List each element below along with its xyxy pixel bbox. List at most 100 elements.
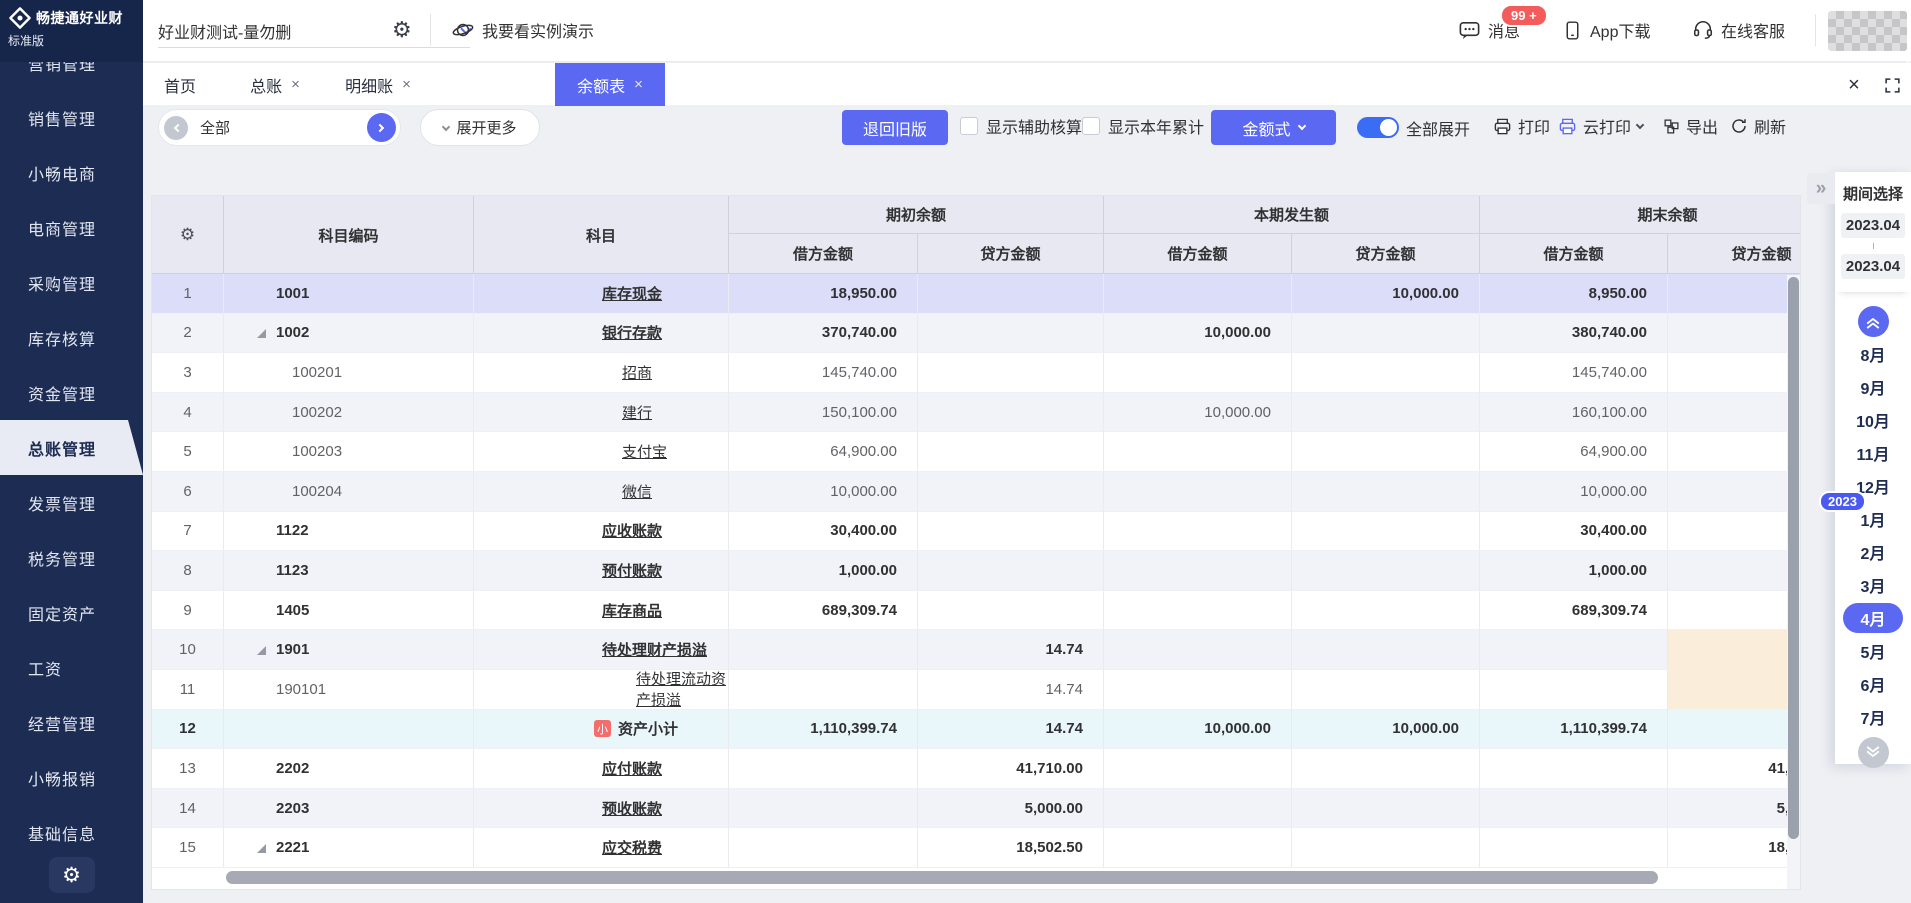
sidebar-item-库存核算[interactable]: 库存核算 [0,310,143,365]
month-11月[interactable]: 11月 [1843,436,1903,469]
account-subject-link[interactable]: 应付账款 [602,758,662,779]
period-from[interactable]: 2023.04 [1841,213,1905,238]
sidebar-item-基础信息[interactable]: 基础信息 [0,805,143,860]
account-subject-link[interactable]: 待处理流动资产损溢 [636,668,728,710]
app-download-button[interactable]: App下载 [1562,18,1650,42]
month-7月[interactable]: 7月 [1843,700,1903,733]
sidebar-item-销售管理[interactable]: 销售管理 [0,90,143,145]
sidebar-item-采购管理[interactable]: 采购管理 [0,255,143,310]
sidebar-item-小畅报销[interactable]: 小畅报销 [0,750,143,805]
demo-link[interactable]: 我要看实例演示 [452,18,594,42]
account-subject-link[interactable]: 库存现金 [602,283,662,304]
month-8月[interactable]: 8月 [1843,337,1903,370]
sidebar-scrollbar[interactable] [1906,60,1910,102]
table-row[interactable]: 1 1001 库存现金 18,950.00 10,000.00 8,950.00 [152,274,1800,314]
sidebar-item-工资[interactable]: 工资 [0,640,143,695]
table-row[interactable]: 10 1901 待处理财产损溢 14.74 [152,630,1800,670]
show-year-total-checkbox[interactable]: 显示本年累计 [1082,114,1204,138]
table-row[interactable]: 4 100202 建行 150,100.00 10,000.00 160,100.00 [152,392,1800,433]
account-subject-link[interactable]: 预收账款 [602,798,662,819]
sidebar-item-发票管理[interactable]: 发票管理 [0,475,143,530]
sidebar-settings-button[interactable]: ⚙ [48,857,95,893]
month-3月[interactable]: 3月 [1843,568,1903,601]
gear-icon[interactable]: ⚙ [392,17,412,43]
horizontal-scrollbar[interactable] [226,871,1658,884]
show-aux-accounting-checkbox[interactable]: 显示辅助核算 [960,114,1082,138]
tab-close-icon[interactable]: × [402,76,411,93]
collapse-triangle-icon[interactable] [257,328,266,338]
export-button[interactable]: 导出 [1663,114,1718,138]
subject-filter-input[interactable]: 全部 [158,109,401,146]
collapse-triangle-icon[interactable] [257,843,266,853]
account-code-cell: 1123 [224,551,474,591]
scroll-up-button[interactable] [1857,306,1889,337]
tab-close-icon[interactable]: × [291,76,300,93]
amount-cell-qc_d: 14.74 [918,669,1104,710]
period-panel-collapse-button[interactable]: » [1807,173,1835,204]
tab-余额表[interactable]: 余额表 × [555,63,665,106]
table-row[interactable]: 9 1405 库存商品 689,309.74 689,309.74 [152,590,1800,631]
table-row[interactable]: 15 2221 应交税费 18,502.50 18,502.50 [152,828,1800,868]
account-code: 100201 [292,363,343,381]
expand-all-toggle[interactable] [1357,117,1399,138]
table-row[interactable]: 13 2202 应付账款 41,710.00 41,710.00 [152,749,1800,789]
print-button[interactable]: 打印 [1493,114,1550,138]
column-settings-button[interactable]: ⚙ [152,196,224,274]
account-subject-link[interactable]: 应交税费 [602,837,662,858]
chevron-left-icon[interactable] [164,115,188,140]
table-row[interactable]: 14 2203 预收账款 5,000.00 5,000.00 [152,788,1800,829]
scroll-down-button[interactable] [1857,737,1889,768]
account-select[interactable]: 好业财测试-量勿删 [158,14,472,48]
account-subject-link[interactable]: 招商 [622,362,652,383]
expand-more-button[interactable]: 展开更多 [420,109,540,146]
close-icon[interactable]: × [1843,74,1865,96]
amount-style-dropdown[interactable]: 金额式 [1211,110,1336,145]
sidebar-item-资金管理[interactable]: 资金管理 [0,365,143,420]
sidebar-item-固定资产[interactable]: 固定资产 [0,585,143,640]
month-6月[interactable]: 6月 [1843,667,1903,700]
month-list: 8月 9月 10月 11月 12月 2023 1月 2月 3月 4月 5月 6月 7月 [1819,306,1903,768]
online-service-button[interactable]: 在线客服 [1692,18,1785,42]
tab-明细账[interactable]: 明细账 × [325,63,431,106]
account-subject-link[interactable]: 支付宝 [622,441,667,462]
table-row[interactable]: 8 1123 预付账款 1,000.00 1,000.00 [152,551,1800,591]
table-row[interactable]: 3 100201 招商 145,740.00 145,740.00 [152,353,1800,393]
month-5月[interactable]: 5月 [1843,634,1903,667]
sidebar-item-电商管理[interactable]: 电商管理 [0,200,143,255]
vertical-scrollbar[interactable] [1788,277,1799,839]
month-2月[interactable]: 2月 [1843,535,1903,568]
account-subject-link[interactable]: 银行存款 [602,322,662,343]
period-to[interactable]: 2023.04 [1841,254,1905,279]
revert-old-version-button[interactable]: 退回旧版 [842,110,948,145]
account-subject-link[interactable]: 预付账款 [602,560,662,581]
month-1月[interactable]: 2023 1月 [1819,491,1903,535]
refresh-button[interactable]: 刷新 [1730,114,1786,138]
month-4月[interactable]: 4月 [1843,603,1903,633]
avatar[interactable] [1828,11,1907,51]
account-subject-link[interactable]: 库存商品 [602,600,662,621]
table-row[interactable]: 7 1122 应收账款 30,400.00 30,400.00 [152,511,1800,552]
month-10月[interactable]: 10月 [1843,403,1903,436]
table-row[interactable]: 11 190101 待处理流动资产损溢 14.74 [152,668,1800,710]
sidebar-item-经营管理[interactable]: 经营管理 [0,695,143,750]
fullscreen-icon[interactable] [1881,74,1903,96]
table-row[interactable]: 2 1002 银行存款 370,740.00 10,000.00 380,740.00 [152,313,1800,354]
table-row[interactable]: 5 100203 支付宝 64,900.00 64,900.00 [152,432,1800,472]
tab-首页[interactable]: 首页 [149,63,211,106]
sidebar-item-税务管理[interactable]: 税务管理 [0,530,143,585]
account-subject-link[interactable]: 建行 [622,402,652,423]
sidebar-item-小畅电商[interactable]: 小畅电商 [0,145,143,200]
sidebar-item-总账管理[interactable]: 总账管理 [0,420,143,475]
month-9月[interactable]: 9月 [1843,370,1903,403]
tab-close-icon[interactable]: × [634,76,643,93]
tab-总账[interactable]: 总账 × [231,63,319,106]
account-subject-link[interactable]: 待处理财产损溢 [602,639,707,660]
table-row[interactable]: 6 100204 微信 10,000.00 10,000.00 [152,471,1800,512]
cloud-print-dropdown[interactable]: 云打印 [1558,114,1645,138]
chevron-right-icon[interactable] [367,113,396,142]
collapse-triangle-icon[interactable] [257,645,266,655]
account-subject-link[interactable]: 应收账款 [602,520,662,541]
account-subject-link[interactable]: 微信 [622,481,652,502]
table-row[interactable]: 12 小资产小计 1,110,399.74 14.74 10,000.00 10,000.… [152,709,1800,750]
month-label: 5月 [1860,644,1886,662]
